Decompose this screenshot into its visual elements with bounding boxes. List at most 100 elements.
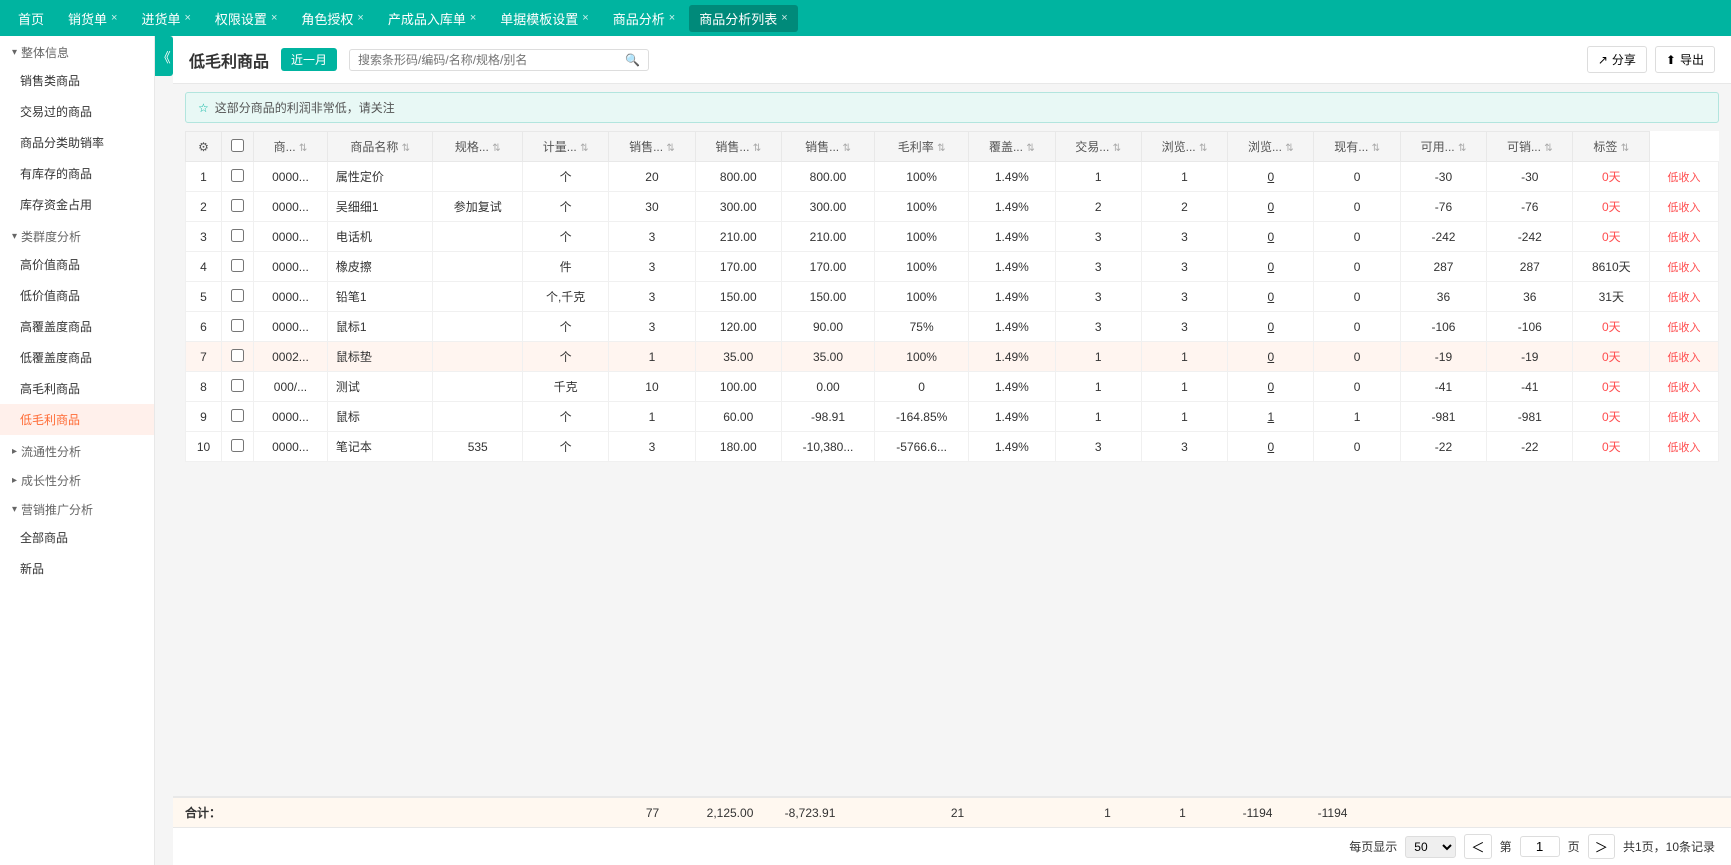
nav-role[interactable]: 角色授权 ×: [291, 5, 373, 32]
sidebar-item-low-value[interactable]: 低价值商品: [0, 280, 154, 311]
sidebar-item-stocked-goods[interactable]: 有库存的商品: [0, 158, 154, 189]
col-trade[interactable]: 交易... ⇅: [1055, 132, 1141, 162]
row-checkbox[interactable]: [231, 409, 244, 422]
footer-s1: 77: [615, 806, 690, 820]
col-settings[interactable]: ⚙: [186, 132, 222, 162]
col-tag[interactable]: 标签 ⇅: [1573, 132, 1650, 162]
sidebar-group-circulation[interactable]: ▸ 流通性分析: [0, 435, 154, 464]
sidebar-item-traded-goods[interactable]: 交易过的商品: [0, 96, 154, 127]
total-records-text: 共1页，10条记录: [1623, 838, 1715, 855]
browse1-link[interactable]: 0: [1267, 380, 1274, 394]
browse1-link[interactable]: 0: [1267, 200, 1274, 214]
browse1-link[interactable]: 0: [1267, 260, 1274, 274]
col-margin[interactable]: 毛利率 ⇅: [875, 132, 969, 162]
sidebar-item-all-goods[interactable]: 全部商品: [0, 522, 154, 553]
sidebar-group-growth[interactable]: ▸ 成长性分析: [0, 464, 154, 493]
col-coverage[interactable]: 覆盖... ⇅: [969, 132, 1055, 162]
nav-sales[interactable]: 销货单 ×: [58, 5, 127, 32]
share-button[interactable]: ↗ 分享: [1587, 46, 1647, 73]
row-checkbox[interactable]: [231, 199, 244, 212]
sidebar-item-high-coverage[interactable]: 高覆盖度商品: [0, 311, 154, 342]
page-end-label: 页: [1568, 838, 1580, 855]
row-trade: 3: [1141, 282, 1227, 312]
browse1-link[interactable]: 1: [1267, 410, 1274, 424]
export-button[interactable]: ⬆ 导出: [1655, 46, 1715, 73]
prev-page-button[interactable]: ＜: [1464, 834, 1491, 859]
nav-home[interactable]: 首页: [8, 5, 54, 32]
sidebar-group-overall[interactable]: ▾ 整体信息: [0, 36, 154, 65]
row-checkbox[interactable]: [231, 439, 244, 452]
sidebar-collapse-button[interactable]: 《: [155, 36, 173, 76]
alert-bar: ☆ 这部分商品的利润非常低，请关注: [185, 92, 1719, 123]
row-checkbox[interactable]: [231, 289, 244, 302]
col-code[interactable]: 商... ⇅: [254, 132, 328, 162]
sidebar-item-new-goods[interactable]: 新品: [0, 553, 154, 584]
row-checkbox[interactable]: [231, 319, 244, 332]
search-icon[interactable]: 🔍: [625, 53, 640, 67]
nav-sales-close[interactable]: ×: [111, 12, 117, 24]
row-margin: 1.49%: [969, 192, 1055, 222]
row-avail: -981: [1487, 402, 1573, 432]
sidebar-item-stock-funds[interactable]: 库存资金占用: [0, 189, 154, 220]
nav-permission[interactable]: 权限设置 ×: [205, 5, 287, 32]
nav-analysis-list-close[interactable]: ×: [781, 12, 787, 24]
filter-button[interactable]: 近一月: [281, 48, 337, 71]
sidebar-item-category-rate[interactable]: 商品分类助销率: [0, 127, 154, 158]
nav-purchase[interactable]: 进货单 ×: [131, 5, 200, 32]
sidebar-item-low-coverage[interactable]: 低覆盖度商品: [0, 342, 154, 373]
sidebar-item-high-value[interactable]: 高价值商品: [0, 249, 154, 280]
nav-analysis[interactable]: 商品分析 ×: [603, 5, 685, 32]
row-stock: -19: [1400, 342, 1486, 372]
nav-product-entry[interactable]: 产成品入库单 ×: [378, 5, 486, 32]
nav-analysis-list[interactable]: 商品分析列表 ×: [689, 5, 797, 32]
row-checkbox[interactable]: [231, 349, 244, 362]
col-saleable[interactable]: 可销... ⇅: [1487, 132, 1573, 162]
browse1-link[interactable]: 0: [1267, 350, 1274, 364]
page-size-select[interactable]: 50 100 200: [1405, 836, 1456, 858]
nav-purchase-close[interactable]: ×: [184, 12, 190, 24]
nav-role-close[interactable]: ×: [357, 12, 363, 24]
row-code: 0002...: [254, 342, 328, 372]
col-sales3[interactable]: 销售... ⇅: [781, 132, 874, 162]
row-checkbox[interactable]: [231, 379, 244, 392]
sidebar-group-marketing[interactable]: ▾ 营销推广分析: [0, 493, 154, 522]
nav-template[interactable]: 单据模板设置 ×: [490, 5, 598, 32]
row-s1: 3: [609, 252, 695, 282]
browse1-link[interactable]: 0: [1267, 230, 1274, 244]
col-browse2[interactable]: 浏览... ⇅: [1228, 132, 1314, 162]
nav-product-entry-close[interactable]: ×: [470, 12, 476, 24]
col-available[interactable]: 可用... ⇅: [1400, 132, 1486, 162]
row-checkbox[interactable]: [231, 259, 244, 272]
row-browse1: 0: [1228, 432, 1314, 462]
row-checkbox[interactable]: [231, 169, 244, 182]
col-name[interactable]: 商品名称 ⇅: [327, 132, 433, 162]
sidebar-group-cluster[interactable]: ▾ 类群度分析: [0, 220, 154, 249]
browse1-link[interactable]: 0: [1267, 440, 1274, 454]
sidebar-item-high-margin[interactable]: 高毛利商品: [0, 373, 154, 404]
row-cover: 1: [1055, 372, 1141, 402]
nav-analysis-close[interactable]: ×: [669, 12, 675, 24]
row-checkbox[interactable]: [231, 229, 244, 242]
nav-template-close[interactable]: ×: [582, 12, 588, 24]
col-stock[interactable]: 现有... ⇅: [1314, 132, 1400, 162]
col-browse1[interactable]: 浏览... ⇅: [1141, 132, 1227, 162]
next-page-button[interactable]: ＞: [1588, 834, 1615, 859]
row-spec: [433, 162, 522, 192]
row-browse1: 0: [1228, 192, 1314, 222]
col-spec[interactable]: 规格... ⇅: [433, 132, 522, 162]
col-sales1[interactable]: 销售... ⇅: [609, 132, 695, 162]
col-sales2[interactable]: 销售... ⇅: [695, 132, 781, 162]
row-s3: 90.00: [781, 312, 874, 342]
col-checkbox[interactable]: [222, 132, 254, 162]
alert-icon: ☆: [198, 101, 209, 115]
browse1-link[interactable]: 0: [1267, 170, 1274, 184]
page-number-input[interactable]: [1520, 836, 1560, 857]
browse1-link[interactable]: 0: [1267, 290, 1274, 304]
sidebar-item-low-margin[interactable]: 低毛利商品: [0, 404, 154, 435]
select-all-checkbox[interactable]: [231, 139, 244, 152]
sidebar-item-sales-goods[interactable]: 销售类商品: [0, 65, 154, 96]
browse1-link[interactable]: 0: [1267, 320, 1274, 334]
nav-permission-close[interactable]: ×: [271, 12, 277, 24]
search-input[interactable]: [358, 53, 625, 67]
col-unit[interactable]: 计量... ⇅: [522, 132, 608, 162]
